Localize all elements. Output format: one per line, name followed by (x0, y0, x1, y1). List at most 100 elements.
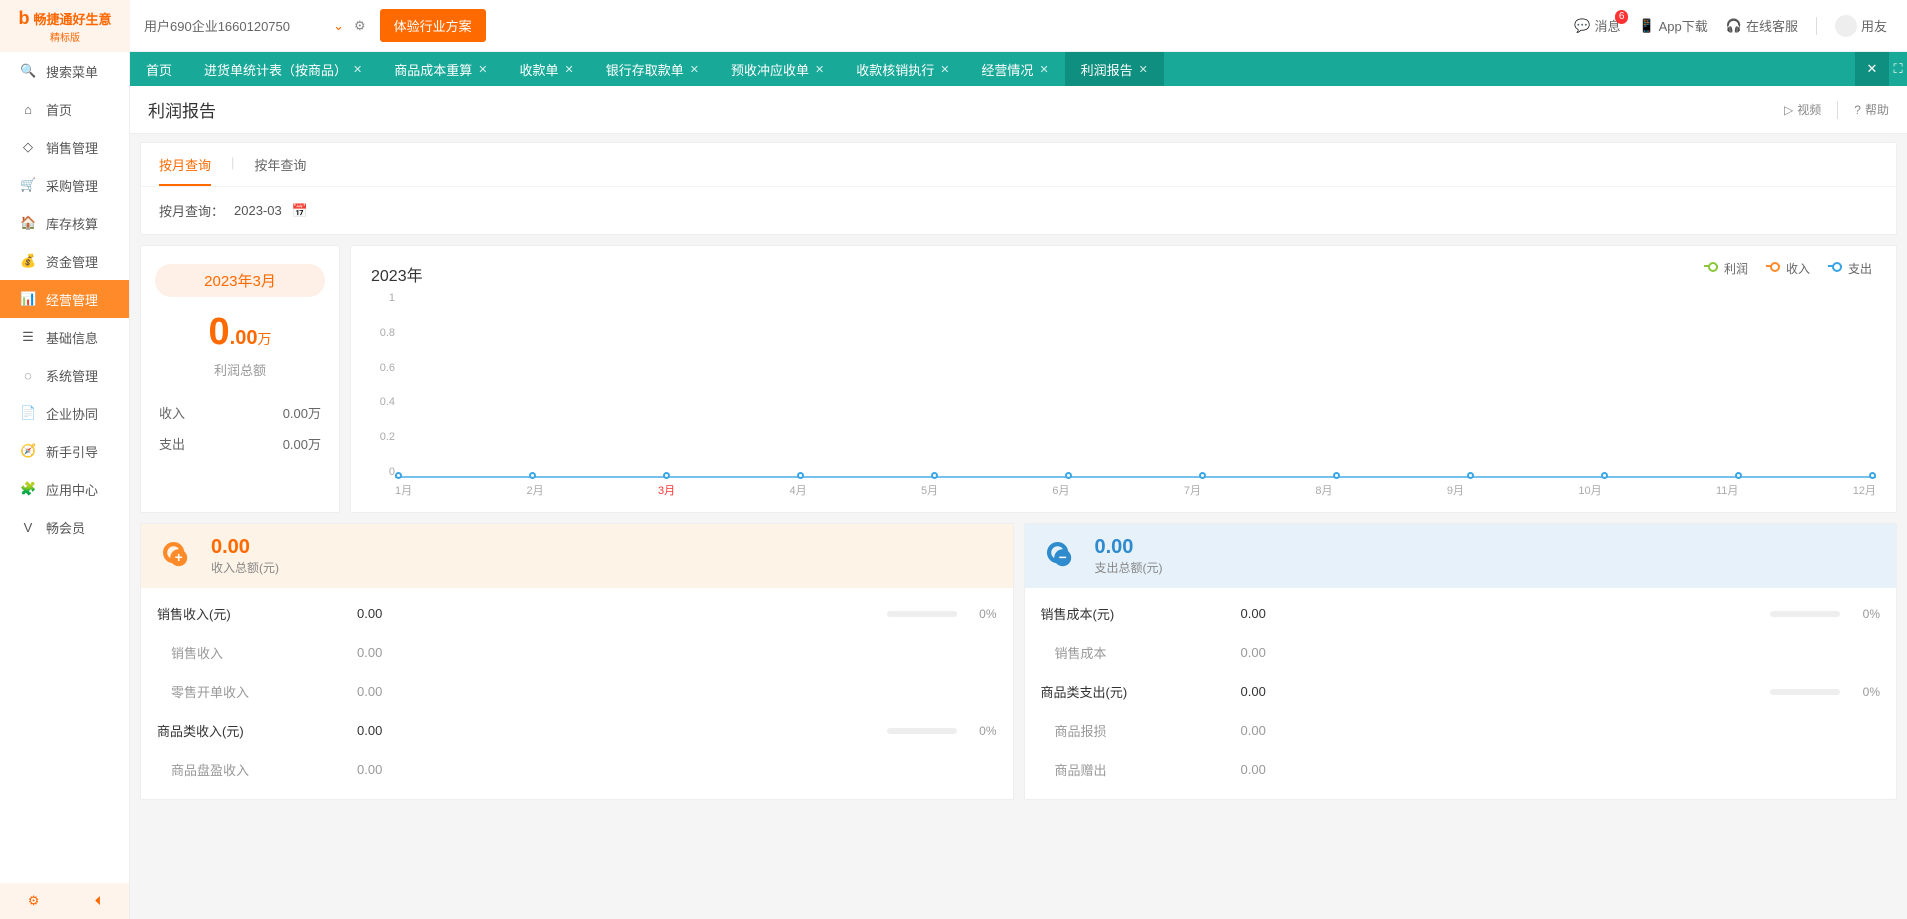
sidebar-item[interactable]: ◌系统管理 (0, 356, 129, 394)
tab-label: 利润报告 (1081, 60, 1133, 79)
close-icon[interactable]: ✕ (1139, 63, 1148, 76)
close-icon[interactable]: ✕ (940, 63, 949, 76)
data-point[interactable] (1869, 472, 1876, 479)
app-download-link[interactable]: 📱 App下载 (1638, 16, 1707, 35)
detail-label: 商品类支出(元) (1041, 682, 1241, 701)
sidebar-icon: 📊 (20, 291, 36, 307)
data-point[interactable] (1735, 472, 1742, 479)
detail-label: 零售开单收入 (157, 682, 357, 701)
logo[interactable]: b畅捷通好生意 精标版 (0, 0, 130, 52)
sidebar-item-label: 采购管理 (46, 176, 98, 195)
query-date-value[interactable]: 2023-03 (234, 203, 282, 218)
y-tick: 1 (371, 292, 395, 304)
tenant-selector[interactable]: 用户690企业1660120750 ⌄ (144, 16, 344, 35)
progress-bar (1770, 611, 1840, 617)
data-point[interactable] (1601, 472, 1608, 479)
detail-label: 销售收入(元) (157, 604, 357, 623)
tab[interactable]: 收款核销执行✕ (840, 52, 965, 86)
data-point[interactable] (1333, 472, 1340, 479)
sidebar-item[interactable]: ◇销售管理 (0, 128, 129, 166)
close-icon[interactable]: ✕ (353, 63, 362, 76)
detail-row: 商品类支出(元)0.000% (1041, 672, 1881, 711)
sidebar-item[interactable]: V畅会员 (0, 508, 129, 546)
close-icon[interactable]: ✕ (565, 63, 574, 76)
try-industry-button[interactable]: 体验行业方案 (380, 9, 486, 42)
collapse-icon[interactable]: ⏴ (95, 893, 102, 909)
sidebar-item-label: 企业协同 (46, 404, 98, 423)
close-icon[interactable]: ✕ (478, 63, 487, 76)
tab[interactable]: 预收冲应收单 ✕ (715, 52, 840, 86)
data-point[interactable] (1065, 472, 1072, 479)
close-all-tabs[interactable]: ✕ (1855, 52, 1889, 86)
sidebar-item[interactable]: 🧭新手引导 (0, 432, 129, 470)
mobile-icon: 📱 (1638, 18, 1654, 34)
sidebar-item[interactable]: 🔍搜索菜单 (0, 52, 129, 90)
close-icon[interactable]: ✕ (690, 63, 699, 76)
query-tab-month[interactable]: 按月查询 (159, 155, 211, 186)
legend-profit[interactable]: 利润 (1704, 260, 1748, 277)
video-link[interactable]: ▷视频 (1784, 101, 1821, 119)
sidebar-item[interactable]: 📄企业协同 (0, 394, 129, 432)
data-point[interactable] (1467, 472, 1474, 479)
tab[interactable]: 经营情况✕ (965, 52, 1064, 86)
y-axis: 10.80.60.40.20 (371, 292, 395, 478)
close-icon[interactable]: ✕ (1039, 63, 1048, 76)
chart-plot[interactable] (395, 292, 1876, 478)
detail-row: 零售开单收入0.00 (157, 672, 997, 711)
sidebar-item[interactable]: 📊 经营管理 (0, 280, 129, 318)
detail-label: 商品类收入(元) (157, 721, 357, 740)
sidebar-item-label: 经营管理 (46, 290, 98, 309)
help-link[interactable]: ?帮助 (1854, 101, 1889, 119)
data-point[interactable] (931, 472, 938, 479)
user-menu[interactable]: 用友 (1835, 15, 1887, 37)
tab-label: 预收冲应收单 (731, 60, 809, 79)
tab[interactable]: 利润报告 ✕ (1065, 52, 1164, 86)
sidebar-item[interactable]: 💰资金管理 (0, 242, 129, 280)
y-tick: 0.2 (371, 431, 395, 443)
data-point[interactable] (1199, 472, 1206, 479)
tab[interactable]: 首页 (130, 52, 188, 86)
page-title: 利润报告 (148, 97, 216, 122)
sidebar-icon: 🏠 (20, 215, 36, 231)
calendar-icon[interactable]: 📅 (292, 203, 308, 219)
sidebar-item[interactable]: 🛒采购管理 (0, 166, 129, 204)
sidebar-item-label: 资金管理 (46, 252, 98, 271)
online-service-link[interactable]: 🎧 在线客服 (1726, 16, 1798, 35)
data-point[interactable] (395, 472, 402, 479)
legend-expense[interactable]: 支出 (1828, 260, 1872, 277)
legend-income[interactable]: 收入 (1766, 260, 1810, 277)
query-tab-year[interactable]: 按年查询 (254, 155, 306, 186)
tab[interactable]: 商品成本重算✕ (378, 52, 503, 86)
sidebar-item[interactable]: ☰基础信息 (0, 318, 129, 356)
sidebar-item[interactable]: ⌂首页 (0, 90, 129, 128)
sidebar-item-label: 新手引导 (46, 442, 98, 461)
x-tick: 2月 (526, 482, 543, 502)
tab-label: 进货单统计表（按商品） (204, 60, 347, 79)
x-tick: 8月 (1315, 482, 1332, 502)
tab[interactable]: 收款单✕ (503, 52, 589, 86)
tab[interactable]: 进货单统计表（按商品） ✕ (188, 52, 378, 86)
income-total-label: 收入总额(元) (211, 559, 279, 576)
expand-icon[interactable]: ⛶ (1889, 52, 1907, 86)
detail-pct: 0% (967, 607, 997, 621)
progress-bar (887, 611, 957, 617)
settings-icon[interactable]: ⚙ (28, 893, 40, 909)
tab[interactable]: 银行存取款单✕ (590, 52, 715, 86)
sidebar-item[interactable]: 🧩应用中心 (0, 470, 129, 508)
gear-icon[interactable]: ⚙ (354, 18, 366, 34)
trend-chart: 2023年 利润 收入 支出 10.80.60.40.20 1月2月3月4月5月… (350, 245, 1897, 513)
separator (1816, 17, 1817, 35)
summary-card: 2023年3月 0.00万 利润总额 收入 0.00万 支出 0.00万 (140, 245, 340, 513)
progress-bar (1770, 689, 1840, 695)
sidebar-item[interactable]: 🏠库存核算 (0, 204, 129, 242)
x-tick: 4月 (789, 482, 806, 502)
detail-label: 商品赠出 (1041, 760, 1241, 779)
data-point[interactable] (797, 472, 804, 479)
detail-label: 商品盘盈收入 (157, 760, 357, 779)
messages-link[interactable]: 💬 消息 6 (1574, 16, 1620, 35)
profit-total-label: 利润总额 (155, 360, 325, 379)
data-point[interactable] (663, 472, 670, 479)
close-icon[interactable]: ✕ (815, 63, 824, 76)
data-point[interactable] (529, 472, 536, 479)
expense-detail-card: − 0.00 支出总额(元) 销售成本(元)0.000%销售成本0.00商品类支… (1024, 523, 1898, 800)
